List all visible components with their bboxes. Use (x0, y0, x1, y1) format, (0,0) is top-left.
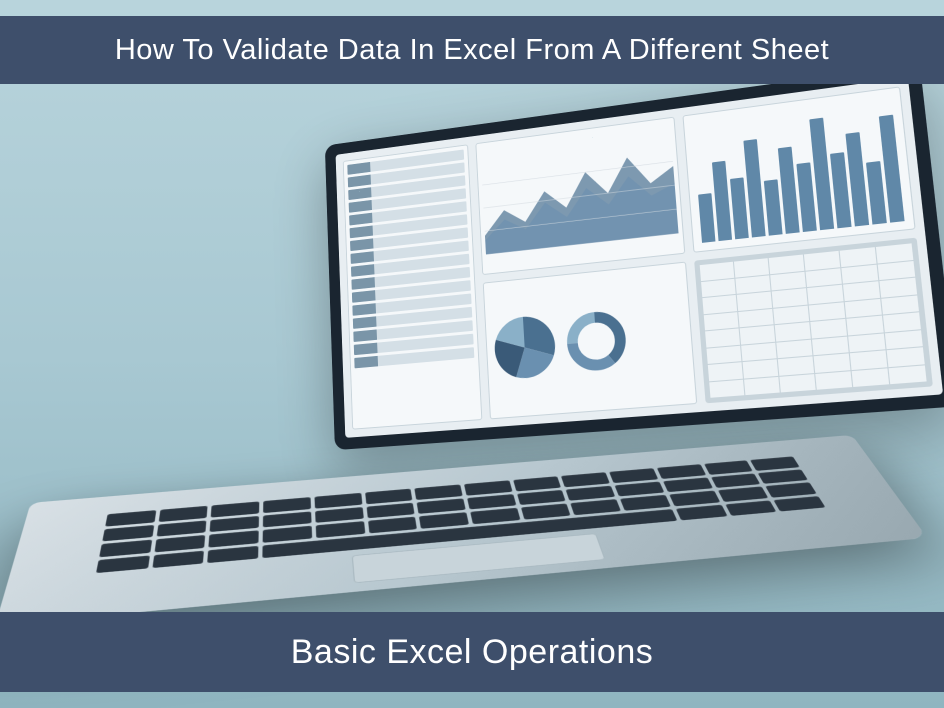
bar (698, 193, 715, 243)
category-title: Basic Excel Operations (291, 633, 654, 672)
spreadsheet-panel (694, 238, 933, 404)
bar-chart-icon (688, 92, 910, 247)
excel-dashboard (336, 77, 944, 438)
laptop-screen (325, 64, 944, 451)
bar (730, 177, 749, 239)
area-chart-icon (480, 122, 680, 270)
data-list-panel (343, 144, 483, 429)
bar-chart-panel (682, 86, 915, 252)
pie-chart-icon (489, 310, 561, 384)
laptop-base (0, 435, 927, 626)
footer-banner: Basic Excel Operations (0, 612, 944, 692)
area-chart-panel (475, 117, 685, 275)
header-banner: How To Validate Data In Excel From A Dif… (0, 16, 944, 84)
page-title: How To Validate Data In Excel From A Dif… (115, 34, 829, 67)
donut-chart-icon (565, 308, 629, 373)
bar (712, 161, 732, 241)
bar (764, 179, 783, 236)
pie-chart-panel (483, 262, 698, 420)
laptop-illustration (30, 90, 914, 598)
